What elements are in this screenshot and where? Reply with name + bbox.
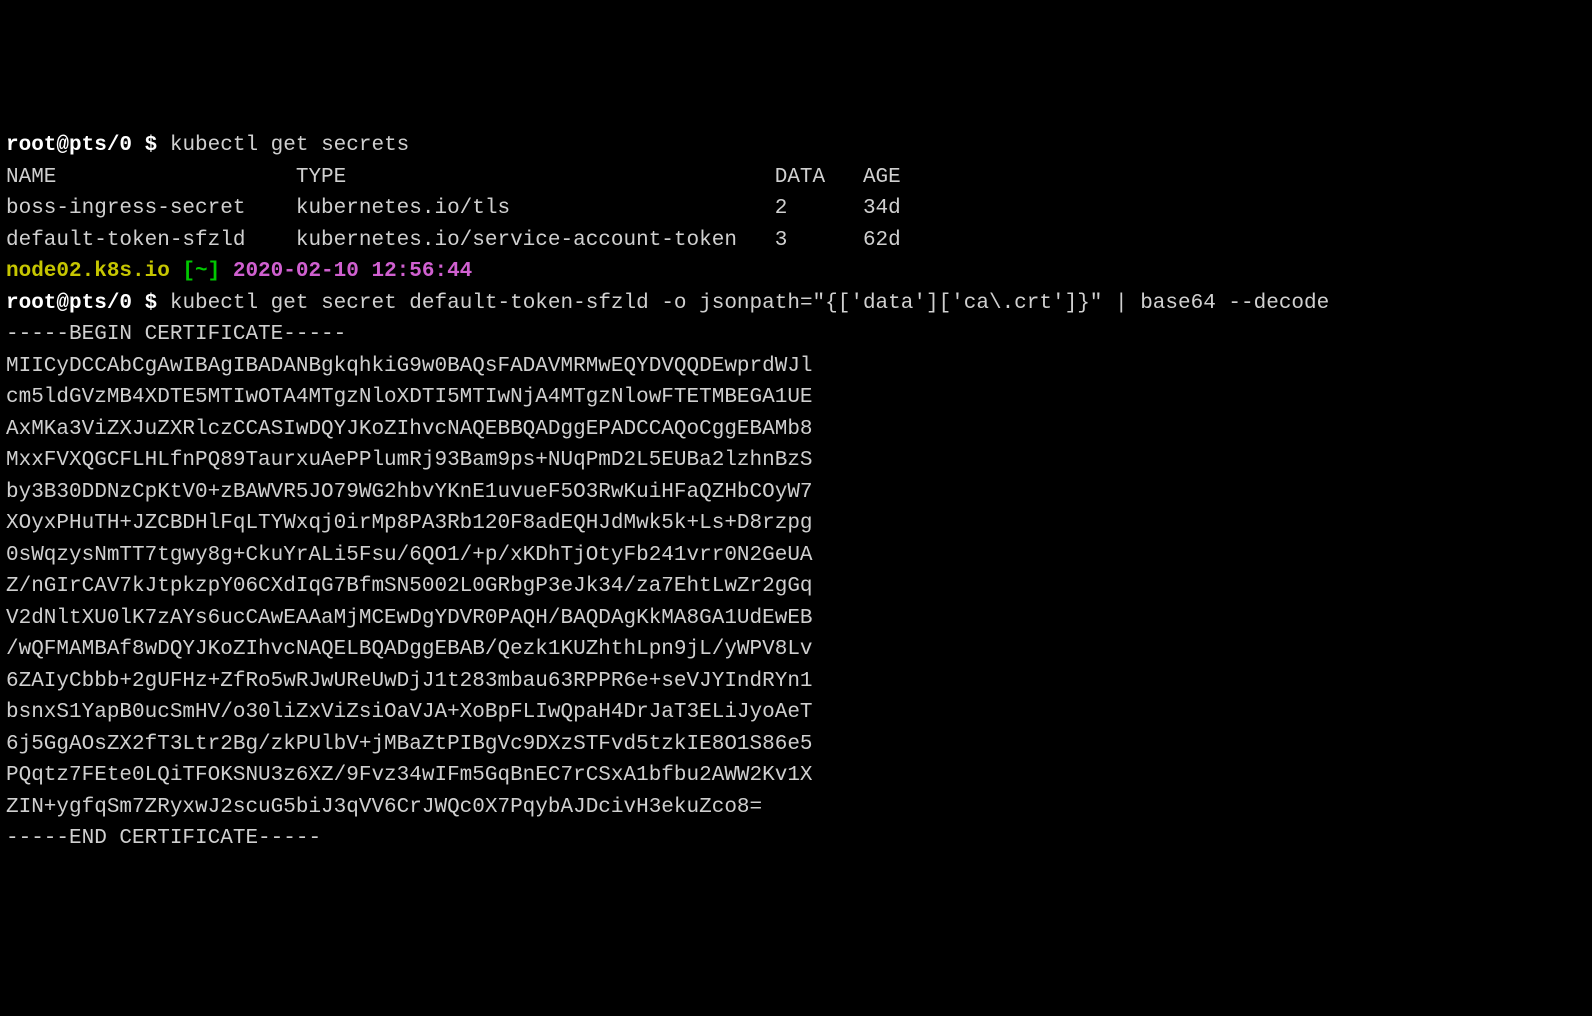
cert-line: by3B30DDNzCpKtV0+zBAWVR5JO79WG2hbvYKnE1u… bbox=[6, 481, 813, 504]
command-text: kubectl get secrets bbox=[170, 134, 409, 157]
table-row: default-token-sfzld kubernetes.io/servic… bbox=[6, 229, 901, 252]
prompt-dollar: $ bbox=[132, 292, 170, 315]
table-header: NAME TYPE DATA AGE bbox=[6, 166, 901, 189]
hostname: node02.k8s.io bbox=[6, 260, 170, 283]
table-row: boss-ingress-secret kubernetes.io/tls 2 … bbox=[6, 197, 901, 220]
command-text: kubectl get secret default-token-sfzld -… bbox=[170, 292, 1329, 315]
cert-line: Z/nGIrCAV7kJtpkzpY06CXdIqG7BfmSN5002L0GR… bbox=[6, 575, 813, 598]
terminal-output: root@pts/0 $ kubectl get secrets NAME TY… bbox=[6, 130, 1586, 855]
cert-line: cm5ldGVzMB4XDTE5MTIwOTA4MTgzNloXDTI5MTIw… bbox=[6, 386, 813, 409]
cwd-path: [~] bbox=[170, 260, 233, 283]
prompt-dollar: $ bbox=[132, 134, 170, 157]
cert-line: ZIN+ygfqSm7ZRyxwJ2scuG5biJ3qVV6CrJWQc0X7… bbox=[6, 796, 762, 819]
cert-line: AxMKa3ViZXJuZXRlczCCASIwDQYJKoZIhvcNAQEB… bbox=[6, 418, 813, 441]
cert-line: bsnxS1YapB0ucSmHV/o30liZxViZsiOaVJA+XoBp… bbox=[6, 701, 813, 724]
cert-line: MxxFVXQGCFLHLfnPQ89TaurxuAePPlumRj93Bam9… bbox=[6, 449, 813, 472]
cert-begin: -----BEGIN CERTIFICATE----- bbox=[6, 323, 346, 346]
timestamp: 2020-02-10 12:56:44 bbox=[233, 260, 472, 283]
cert-line: /wQFMAMBAf8wDQYJKoZIhvcNAQELBQADggEBAB/Q… bbox=[6, 638, 813, 661]
prompt-user-host: root@pts/0 bbox=[6, 292, 132, 315]
prompt-line-2[interactable]: root@pts/0 $ kubectl get secret default-… bbox=[6, 292, 1329, 315]
cert-line: 6j5GgAOsZX2fT3Ltr2Bg/zkPUlbV+jMBaZtPIBgV… bbox=[6, 733, 813, 756]
status-line: node02.k8s.io [~] 2020-02-10 12:56:44 bbox=[6, 260, 472, 283]
prompt-line-1[interactable]: root@pts/0 $ kubectl get secrets bbox=[6, 134, 409, 157]
cert-line: V2dNltXU0lK7zAYs6ucCAwEAAaMjMCEwDgYDVR0P… bbox=[6, 607, 813, 630]
cert-line: MIICyDCCAbCgAwIBAgIBADANBgkqhkiG9w0BAQsF… bbox=[6, 355, 813, 378]
cert-line: 6ZAIyCbbb+2gUFHz+ZfRo5wRJwUReUwDjJ1t283m… bbox=[6, 670, 813, 693]
cert-end: -----END CERTIFICATE----- bbox=[6, 827, 321, 850]
cert-line: XOyxPHuTH+JZCBDHlFqLTYWxqj0irMp8PA3Rb120… bbox=[6, 512, 813, 535]
cert-line: PQqtz7FEte0LQiTFOKSNU3z6XZ/9Fvz34wIFm5Gq… bbox=[6, 764, 813, 787]
cert-line: 0sWqzysNmTT7tgwy8g+CkuYrALi5Fsu/6QO1/+p/… bbox=[6, 544, 813, 567]
prompt-user-host: root@pts/0 bbox=[6, 134, 132, 157]
